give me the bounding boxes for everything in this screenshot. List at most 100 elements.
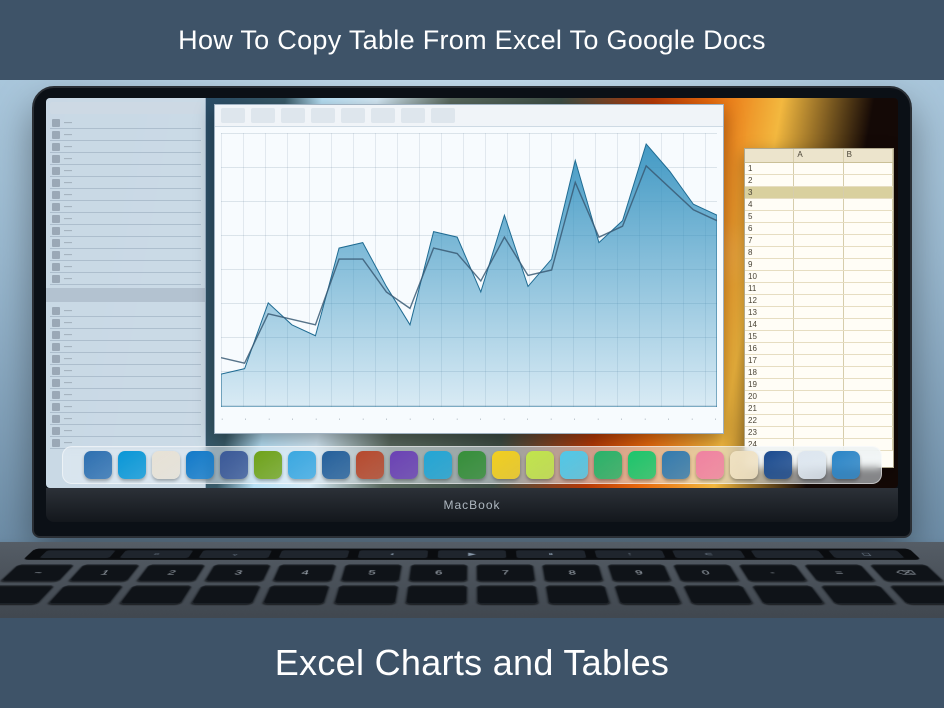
- dock-app-icon[interactable]: [356, 451, 384, 479]
- keyboard-key: [751, 585, 825, 604]
- table-row: 17: [745, 355, 893, 367]
- sidebar-row: —: [50, 365, 201, 377]
- touchbar-key: [751, 550, 826, 558]
- table-row: 14: [745, 319, 893, 331]
- keyboard-key: -: [738, 564, 808, 581]
- dock-app-icon[interactable]: [458, 451, 486, 479]
- table-row: 8: [745, 247, 893, 259]
- dock-app-icon[interactable]: [492, 451, 520, 479]
- dock-app-icon[interactable]: [288, 451, 316, 479]
- dock-app-icon[interactable]: [186, 451, 214, 479]
- dock-app-icon[interactable]: [696, 451, 724, 479]
- keyboard-key: 7: [476, 564, 535, 581]
- table-row: 16: [745, 343, 893, 355]
- keyboard-key: ~: [0, 564, 75, 581]
- dock-app-icon[interactable]: [832, 451, 860, 479]
- dock-app-icon[interactable]: [152, 451, 180, 479]
- dock-app-icon[interactable]: [764, 451, 792, 479]
- laptop-screen: ——————————————————————————: [46, 98, 898, 488]
- table-row: 23: [745, 427, 893, 439]
- chart-svg: [221, 133, 717, 407]
- touchbar-key: ◐: [358, 550, 428, 558]
- table-row: 6: [745, 223, 893, 235]
- dock-app-icon[interactable]: [424, 451, 452, 479]
- touchbar-key: ◻: [829, 550, 905, 558]
- sidebar-row: —: [50, 177, 201, 189]
- dock-app-icon[interactable]: [662, 451, 690, 479]
- keyboard-key: 5: [340, 564, 402, 581]
- keyboard-key: 3: [204, 564, 271, 581]
- touchbar-key: [278, 550, 350, 558]
- sidebar-row: —: [50, 353, 201, 365]
- key-row: ~1234567890-=⌫: [0, 564, 944, 581]
- top-banner: How To Copy Table From Excel To Google D…: [0, 0, 944, 80]
- laptop-brand-label: MacBook: [443, 498, 500, 512]
- table-header: A B: [745, 149, 893, 163]
- sidebar-row: —: [50, 317, 201, 329]
- dock-app-icon[interactable]: [798, 451, 826, 479]
- dock-app-icon[interactable]: [220, 451, 248, 479]
- table-row: 7: [745, 235, 893, 247]
- sidebar-row: —: [50, 305, 201, 317]
- sidebar-row: —: [50, 329, 201, 341]
- dock-app-icon[interactable]: [118, 451, 146, 479]
- table-row: 4: [745, 199, 893, 211]
- chart-x-axis: ······················: [221, 416, 717, 423]
- keyboard-key: [190, 585, 261, 604]
- touchbar-key: [39, 550, 115, 558]
- touch-bar: ○⌄◐▶⏸↑⊂◻: [23, 549, 921, 560]
- dock-app-icon[interactable]: [84, 451, 112, 479]
- sidebar-row: —: [50, 117, 201, 129]
- sidebar-row: —: [50, 213, 201, 225]
- sidebar-row: —: [50, 261, 201, 273]
- keyboard-key: 6: [408, 564, 467, 581]
- dock-app-icon[interactable]: [322, 451, 350, 479]
- table-row: 3: [745, 187, 893, 199]
- sidebar-row: —: [50, 273, 201, 285]
- table-row: 9: [745, 259, 893, 271]
- sidebar-row: —: [50, 165, 201, 177]
- bottom-banner-text: Excel Charts and Tables: [275, 642, 669, 684]
- touchbar-key: ⏸: [516, 550, 586, 558]
- table-row: 2: [745, 175, 893, 187]
- sidebar-row: —: [50, 201, 201, 213]
- sidebar-row: —: [50, 249, 201, 261]
- sidebar-row: —: [50, 189, 201, 201]
- table-row: 20: [745, 391, 893, 403]
- sidebar-row: —: [50, 141, 201, 153]
- dock-app-icon[interactable]: [594, 451, 622, 479]
- keyboard-key: =: [803, 564, 876, 581]
- key-row: [0, 585, 944, 604]
- sidebar-row: —: [50, 225, 201, 237]
- touchbar-key: ⌄: [199, 550, 272, 558]
- dock-app-icon[interactable]: [560, 451, 588, 479]
- table-row: 22: [745, 415, 893, 427]
- dock-app-icon[interactable]: [628, 451, 656, 479]
- table-row: 21: [745, 403, 893, 415]
- keyboard-key: ⌫: [869, 564, 944, 581]
- table-row: 5: [745, 211, 893, 223]
- table-row: 15: [745, 331, 893, 343]
- touchbar-key: ↑: [594, 550, 666, 558]
- table-row: 13: [745, 307, 893, 319]
- sidebar-row: —: [50, 377, 201, 389]
- touchbar-key: ▶: [437, 550, 506, 558]
- keyboard-key: 9: [607, 564, 672, 581]
- sidebar-row: —: [50, 341, 201, 353]
- keyboard-key: [545, 585, 610, 604]
- keyboard-deck: ○⌄◐▶⏸↑⊂◻ ~1234567890-=⌫: [0, 542, 944, 618]
- dock-app-icon[interactable]: [254, 451, 282, 479]
- macos-dock: [62, 446, 882, 484]
- keyboard-key: [820, 585, 897, 604]
- dock-app-icon[interactable]: [390, 451, 418, 479]
- dock-app-icon[interactable]: [526, 451, 554, 479]
- dock-app-icon[interactable]: [730, 451, 758, 479]
- data-table-window: A B 123456789101112131415161718192021222…: [744, 148, 894, 468]
- table-row: 10: [745, 271, 893, 283]
- keyboard-key: [476, 585, 539, 604]
- keyboard-key: [889, 585, 944, 604]
- table-row: 19: [745, 379, 893, 391]
- keyboard-key: [47, 585, 124, 604]
- keyboard-key: [0, 585, 55, 604]
- sidebar-row: —: [50, 153, 201, 165]
